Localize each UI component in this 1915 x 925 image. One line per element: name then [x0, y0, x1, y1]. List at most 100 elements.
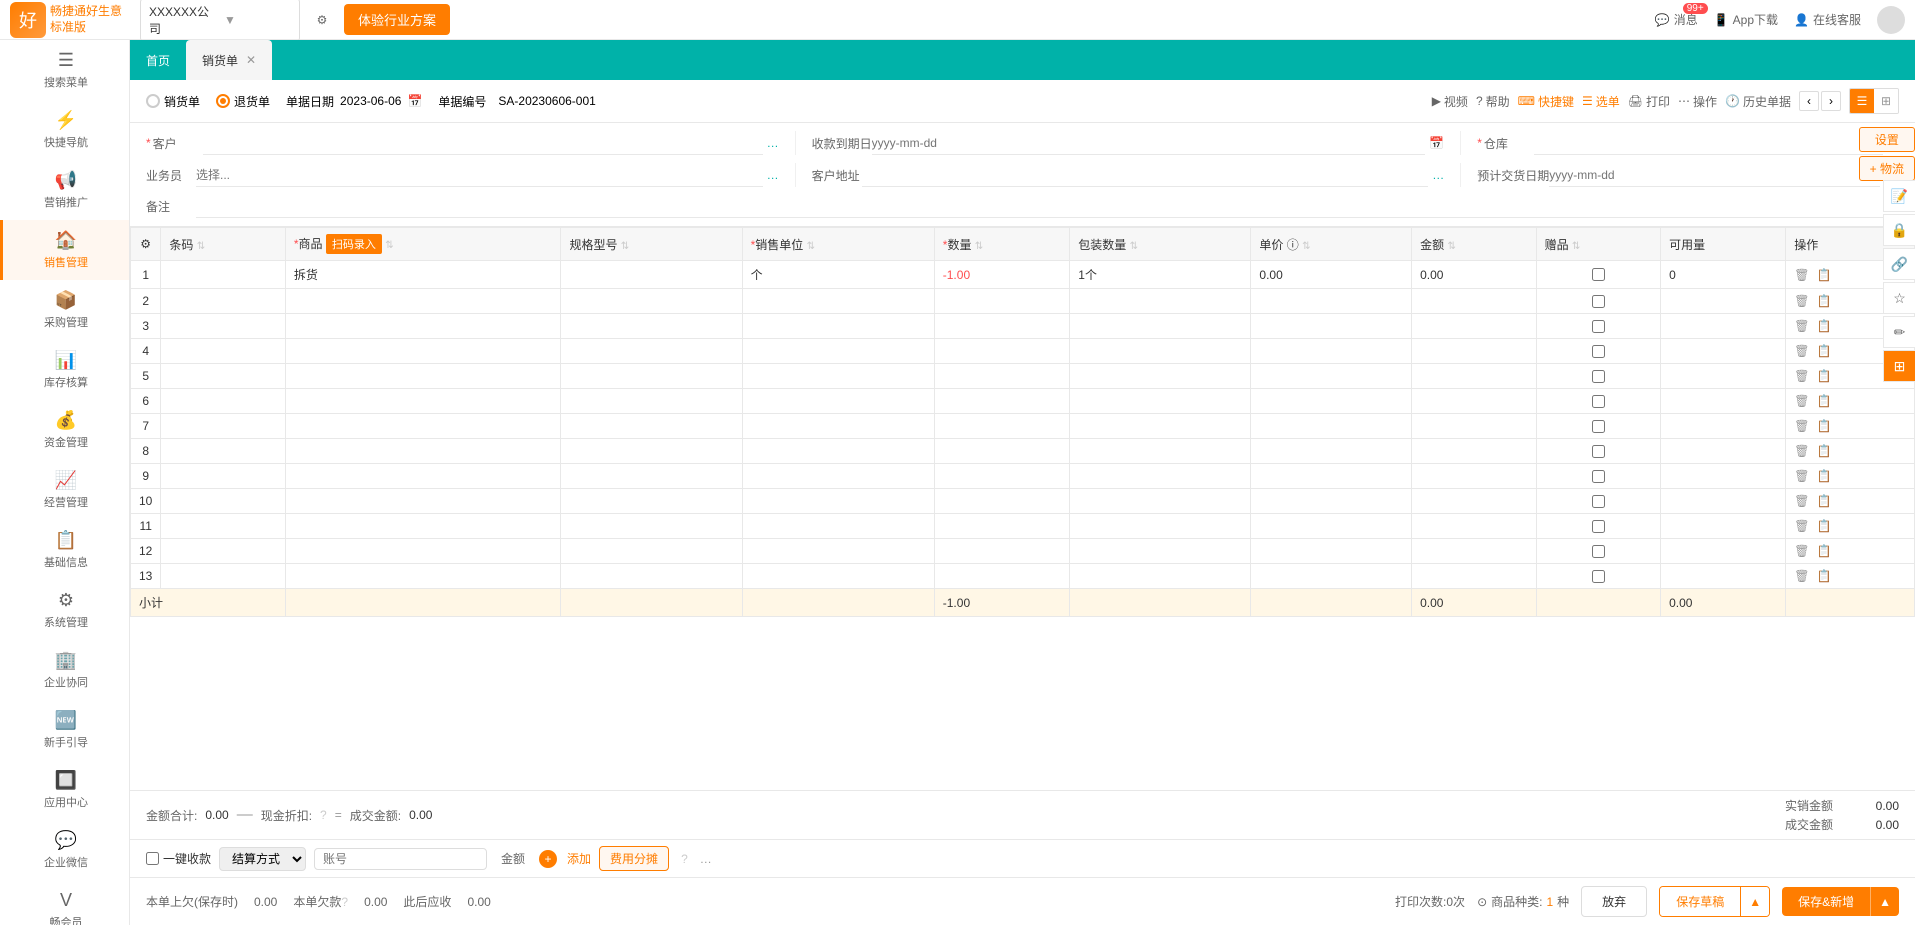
cell-unit[interactable]: [742, 364, 934, 389]
cell-unit-price[interactable]: [1251, 314, 1412, 339]
cell-gift[interactable]: [1536, 439, 1660, 464]
cell-amount[interactable]: [1412, 389, 1536, 414]
cell-gift[interactable]: [1536, 314, 1660, 339]
salesperson-dots-icon[interactable]: …: [767, 168, 779, 182]
cell-gift[interactable]: [1536, 364, 1660, 389]
copy-icon[interactable]: 📋: [1817, 319, 1832, 333]
cell-unit-price[interactable]: [1251, 439, 1412, 464]
cell-spec[interactable]: [561, 314, 742, 339]
cell-amount[interactable]: [1412, 414, 1536, 439]
cell-unit-price[interactable]: [1251, 339, 1412, 364]
prev-button[interactable]: ‹: [1799, 91, 1819, 111]
print-button[interactable]: 🖨 打印: [1628, 93, 1670, 110]
fee-help-icon[interactable]: ?: [681, 852, 688, 866]
copy-icon[interactable]: 📋: [1817, 519, 1832, 533]
cell-pack-qty[interactable]: [1070, 439, 1251, 464]
cell-gift[interactable]: [1536, 539, 1660, 564]
next-button[interactable]: ›: [1821, 91, 1841, 111]
delete-icon[interactable]: 🗑: [1794, 494, 1809, 508]
delete-icon[interactable]: 🗑: [1794, 268, 1809, 282]
cell-barcode[interactable]: [161, 464, 285, 489]
delete-icon[interactable]: 🗑: [1794, 394, 1809, 408]
cell-product[interactable]: [285, 364, 561, 389]
cell-gift[interactable]: [1536, 489, 1660, 514]
select-order-button[interactable]: ☰ 选单: [1582, 93, 1620, 110]
cell-quantity[interactable]: [934, 414, 1070, 439]
cell-pack-qty[interactable]: [1070, 539, 1251, 564]
cell-gift[interactable]: [1536, 389, 1660, 414]
radio-return-order[interactable]: 退货单: [216, 93, 270, 110]
copy-icon[interactable]: 📋: [1817, 444, 1832, 458]
copy-icon[interactable]: 📋: [1817, 419, 1832, 433]
sidebar-item-system[interactable]: ⚙ 系统管理: [0, 580, 129, 640]
tab-home[interactable]: 首页: [130, 40, 186, 80]
cell-quantity[interactable]: [934, 489, 1070, 514]
cell-pack-qty[interactable]: [1070, 314, 1251, 339]
cell-barcode[interactable]: [161, 364, 285, 389]
app-download-button[interactable]: 📱 App下载: [1714, 11, 1778, 28]
debt-help-icon[interactable]: ?: [341, 895, 348, 909]
due-date-input[interactable]: [872, 132, 1426, 155]
cell-unit-price[interactable]: [1251, 489, 1412, 514]
settings-button[interactable]: 设置: [1859, 127, 1915, 152]
float-edit-button[interactable]: ✏: [1883, 316, 1915, 348]
one-click-payment[interactable]: 一键收款: [146, 850, 211, 867]
sidebar-item-finance[interactable]: 💰 资金管理: [0, 400, 129, 460]
table-container[interactable]: ⚙ 条码 ⇅ *商品 扫码录入 ⇅ 规格型号 ⇅ *销售单位 ⇅ *数量 ⇅: [130, 226, 1915, 790]
sidebar-item-marketing[interactable]: 📢 营销推广: [0, 160, 129, 220]
operation-button[interactable]: ⋯ 操作: [1678, 93, 1717, 110]
cell-quantity[interactable]: [934, 514, 1070, 539]
delete-icon[interactable]: 🗑: [1794, 444, 1809, 458]
cell-product[interactable]: [285, 389, 561, 414]
sidebar-item-guide[interactable]: 🆕 新手引导: [0, 700, 129, 760]
cell-amount[interactable]: [1412, 314, 1536, 339]
delete-icon[interactable]: 🗑: [1794, 544, 1809, 558]
cell-spec[interactable]: [561, 289, 742, 314]
cell-unit[interactable]: [742, 289, 934, 314]
due-date-calendar-icon[interactable]: 📅: [1429, 136, 1444, 150]
float-note-button[interactable]: 📝: [1883, 180, 1915, 212]
cell-unit-price[interactable]: [1251, 564, 1412, 589]
cell-gift[interactable]: [1536, 464, 1660, 489]
cell-unit[interactable]: [742, 314, 934, 339]
cell-barcode[interactable]: [161, 514, 285, 539]
cell-barcode[interactable]: [161, 339, 285, 364]
cell-pack-qty[interactable]: [1070, 289, 1251, 314]
copy-icon[interactable]: 📋: [1817, 494, 1832, 508]
sidebar-item-inventory[interactable]: 📊 库存核算: [0, 340, 129, 400]
tab-sales-order[interactable]: 销货单 ✕: [186, 40, 272, 80]
cell-gift[interactable]: [1536, 564, 1660, 589]
copy-icon[interactable]: 📋: [1817, 294, 1832, 308]
cell-unit-price[interactable]: [1251, 364, 1412, 389]
radio-sales-order[interactable]: 销货单: [146, 93, 200, 110]
delete-icon[interactable]: 🗑: [1794, 419, 1809, 433]
cell-barcode[interactable]: [161, 414, 285, 439]
cell-spec[interactable]: [561, 261, 742, 289]
cell-unit[interactable]: [742, 564, 934, 589]
tab-close-icon[interactable]: ✕: [246, 53, 256, 67]
cell-quantity[interactable]: [934, 389, 1070, 414]
cell-spec[interactable]: [561, 414, 742, 439]
expected-delivery-input[interactable]: [1549, 164, 1880, 187]
cell-barcode[interactable]: [161, 289, 285, 314]
cell-unit-price[interactable]: 0.00: [1251, 261, 1412, 289]
delete-icon[interactable]: 🗑: [1794, 569, 1809, 583]
cell-amount[interactable]: [1412, 439, 1536, 464]
cell-product[interactable]: [285, 414, 561, 439]
cell-amount[interactable]: [1412, 539, 1536, 564]
remarks-input[interactable]: [196, 195, 1899, 218]
discount-help-icon[interactable]: ?: [320, 808, 327, 822]
video-button[interactable]: ▶ 视频: [1432, 93, 1468, 110]
cell-unit[interactable]: [742, 489, 934, 514]
cell-quantity[interactable]: [934, 289, 1070, 314]
cell-unit[interactable]: [742, 414, 934, 439]
cell-unit-price[interactable]: [1251, 289, 1412, 314]
cell-spec[interactable]: [561, 564, 742, 589]
account-number-input[interactable]: [314, 848, 487, 870]
fee-split-button[interactable]: 费用分摊: [599, 846, 669, 871]
cell-barcode[interactable]: [161, 389, 285, 414]
col-settings[interactable]: ⚙: [131, 228, 161, 261]
cell-product[interactable]: [285, 539, 561, 564]
customer-address-input[interactable]: [862, 164, 1429, 187]
cell-spec[interactable]: [561, 514, 742, 539]
